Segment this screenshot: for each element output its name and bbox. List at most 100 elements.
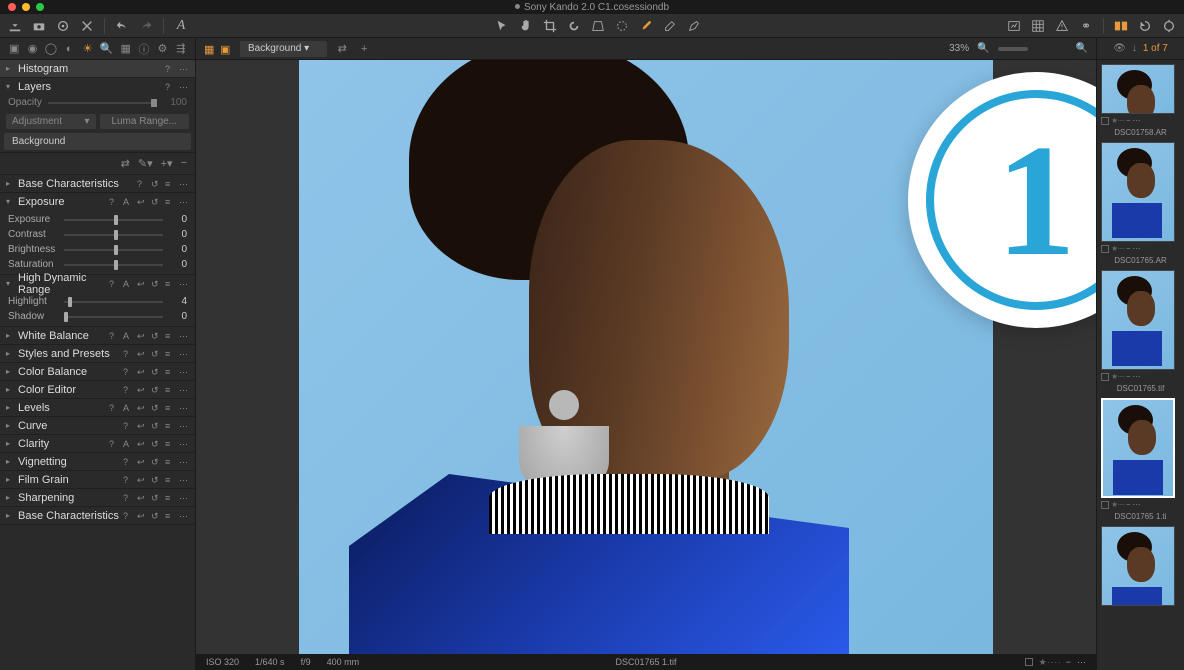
thumbnail[interactable] <box>1101 142 1175 242</box>
view-grid-icon[interactable]: ▦ <box>204 43 216 55</box>
thumb-tag[interactable]: − <box>1126 372 1131 381</box>
thumb-stars[interactable]: ★···· <box>1111 500 1124 509</box>
pen-icon[interactable] <box>687 19 701 33</box>
tab-exposure[interactable]: ☀ <box>81 42 93 56</box>
layer-brush-icon[interactable]: ✎▾ <box>138 157 153 170</box>
thumb-tag[interactable]: − <box>1126 500 1131 509</box>
brush-icon[interactable] <box>639 19 653 33</box>
section-header[interactable]: ▸Base Characteristics?↩↺≡⋯ <box>0 507 195 524</box>
thumbnail[interactable] <box>1101 526 1175 606</box>
view-single-icon[interactable]: ▣ <box>220 43 232 55</box>
status-color-tag[interactable]: − <box>1066 657 1071 667</box>
thumb-more[interactable]: ⋯ <box>1133 116 1141 125</box>
tab-capture[interactable]: ◉ <box>26 42 38 56</box>
thumb-check[interactable] <box>1101 501 1109 509</box>
import-icon[interactable] <box>8 19 22 33</box>
hdr-header[interactable]: ▾ High Dynamic Range ?A↩↺≡⋯ <box>0 275 195 292</box>
exposure-warn-icon[interactable] <box>1007 19 1021 33</box>
section-header[interactable]: ▸Color Editor?↩↺≡⋯ <box>0 381 195 398</box>
refresh-icon[interactable] <box>1162 19 1176 33</box>
base-char-header[interactable]: ▸ Base Characteristics ?↺≡⋯ <box>0 175 195 192</box>
section-header[interactable]: ▸Clarity?A↩↺≡⋯ <box>0 435 195 452</box>
slider-track[interactable] <box>64 264 163 266</box>
thumb-more[interactable]: ⋯ <box>1133 244 1141 253</box>
panels-icon[interactable] <box>1114 19 1128 33</box>
hand-icon[interactable] <box>519 19 533 33</box>
opacity-slider[interactable] <box>48 102 157 104</box>
slider-track[interactable] <box>64 249 163 251</box>
thumb-check[interactable] <box>1101 373 1109 381</box>
close-window[interactable] <box>8 3 16 11</box>
tab-batch[interactable]: ⇶ <box>175 42 187 56</box>
tab-library[interactable]: ▣ <box>8 42 20 56</box>
reset-icon[interactable] <box>1138 19 1152 33</box>
background-dropdown[interactable]: Background ▾ <box>240 41 327 57</box>
tab-lens[interactable]: ◯ <box>45 42 57 56</box>
thumb-more[interactable]: ⋯ <box>1133 372 1141 381</box>
type-tool-icon[interactable]: A <box>174 19 188 33</box>
section-header[interactable]: ▸Film Grain?↩↺≡⋯ <box>0 471 195 488</box>
search-icon[interactable]: 🔍 <box>1076 43 1088 54</box>
tab-details[interactable]: 🔍 <box>100 42 114 56</box>
status-more[interactable]: ⋯ <box>1077 657 1086 668</box>
tab-adjust[interactable]: ▦ <box>120 42 132 56</box>
tab-output[interactable]: ⚙ <box>156 42 168 56</box>
camera-icon[interactable] <box>32 19 46 33</box>
layer-add-icon[interactable]: +▾ <box>161 157 173 170</box>
section-header[interactable]: ▸Vignetting?↩↺≡⋯ <box>0 453 195 470</box>
tab-color[interactable]: ◐ <box>63 42 75 56</box>
thumb-check[interactable] <box>1101 245 1109 253</box>
sort-icon[interactable]: ↓ <box>1132 43 1137 54</box>
canvas[interactable]: 1 <box>196 60 1096 654</box>
grid-icon[interactable] <box>1031 19 1045 33</box>
undo-icon[interactable] <box>115 19 129 33</box>
thumb-tag[interactable]: − <box>1126 244 1131 253</box>
adjustment-dropdown[interactable]: Adjustment▾ <box>6 114 96 129</box>
eye-icon[interactable]: 👁 <box>1113 43 1126 54</box>
rotate-icon[interactable] <box>567 19 581 33</box>
x-icon[interactable] <box>80 19 94 33</box>
thumbnail[interactable] <box>1101 398 1175 498</box>
zoom-search-icon[interactable]: 🔍 <box>977 43 989 54</box>
layer-background[interactable]: Background <box>4 133 191 150</box>
slider-track[interactable] <box>64 234 163 236</box>
zoom-slider[interactable] <box>998 47 1028 51</box>
thumb-stars[interactable]: ★···· <box>1111 244 1124 253</box>
add-variant-icon[interactable]: + <box>357 42 371 56</box>
histogram-header[interactable]: ▸ Histogram ?⋯ <box>0 60 195 77</box>
status-check[interactable] <box>1025 658 1033 666</box>
slider-track[interactable] <box>64 219 163 221</box>
status-stars[interactable]: ★ · · · · <box>1039 657 1060 668</box>
section-header[interactable]: ▸Levels?A↩↺≡⋯ <box>0 399 195 416</box>
thumb-stars[interactable]: ★···· <box>1111 116 1124 125</box>
crop-icon[interactable] <box>543 19 557 33</box>
minimize-window[interactable] <box>22 3 30 11</box>
cursor-icon[interactable] <box>495 19 509 33</box>
section-header[interactable]: ▸Color Balance?↩↺≡⋯ <box>0 363 195 380</box>
thumb-check[interactable] <box>1101 117 1109 125</box>
thumbnail[interactable] <box>1101 270 1175 370</box>
warning-icon[interactable] <box>1055 19 1069 33</box>
toggle-icon[interactable]: ⇄ <box>335 42 349 56</box>
tether-icon[interactable] <box>56 19 70 33</box>
keystone-icon[interactable] <box>591 19 605 33</box>
tab-metadata[interactable]: ⓘ <box>138 42 150 56</box>
thumb-stars[interactable]: ★···· <box>1111 372 1124 381</box>
section-header[interactable]: ▸Curve?↩↺≡⋯ <box>0 417 195 434</box>
spot-icon[interactable] <box>615 19 629 33</box>
exposure-header[interactable]: ▾ Exposure ?A↩↺≡⋯ <box>0 193 195 210</box>
layer-remove-icon[interactable]: − <box>181 157 187 170</box>
thumb-tag[interactable]: − <box>1126 116 1131 125</box>
thumbnail[interactable] <box>1101 64 1175 114</box>
layer-opts-icon[interactable]: ⇄ <box>121 157 130 170</box>
focus-mask-icon[interactable]: ⚭ <box>1079 19 1093 33</box>
section-header[interactable]: ▸White Balance?A↩↺≡⋯ <box>0 327 195 344</box>
slider-track[interactable] <box>64 301 163 303</box>
maximize-window[interactable] <box>36 3 44 11</box>
luma-range-button[interactable]: Luma Range... <box>100 114 190 129</box>
slider-track[interactable] <box>64 316 163 318</box>
thumb-more[interactable]: ⋯ <box>1133 500 1141 509</box>
eraser-icon[interactable] <box>663 19 677 33</box>
section-header[interactable]: ▸Sharpening?↩↺≡⋯ <box>0 489 195 506</box>
layers-header[interactable]: ▾ Layers ?⋯ <box>0 78 195 95</box>
